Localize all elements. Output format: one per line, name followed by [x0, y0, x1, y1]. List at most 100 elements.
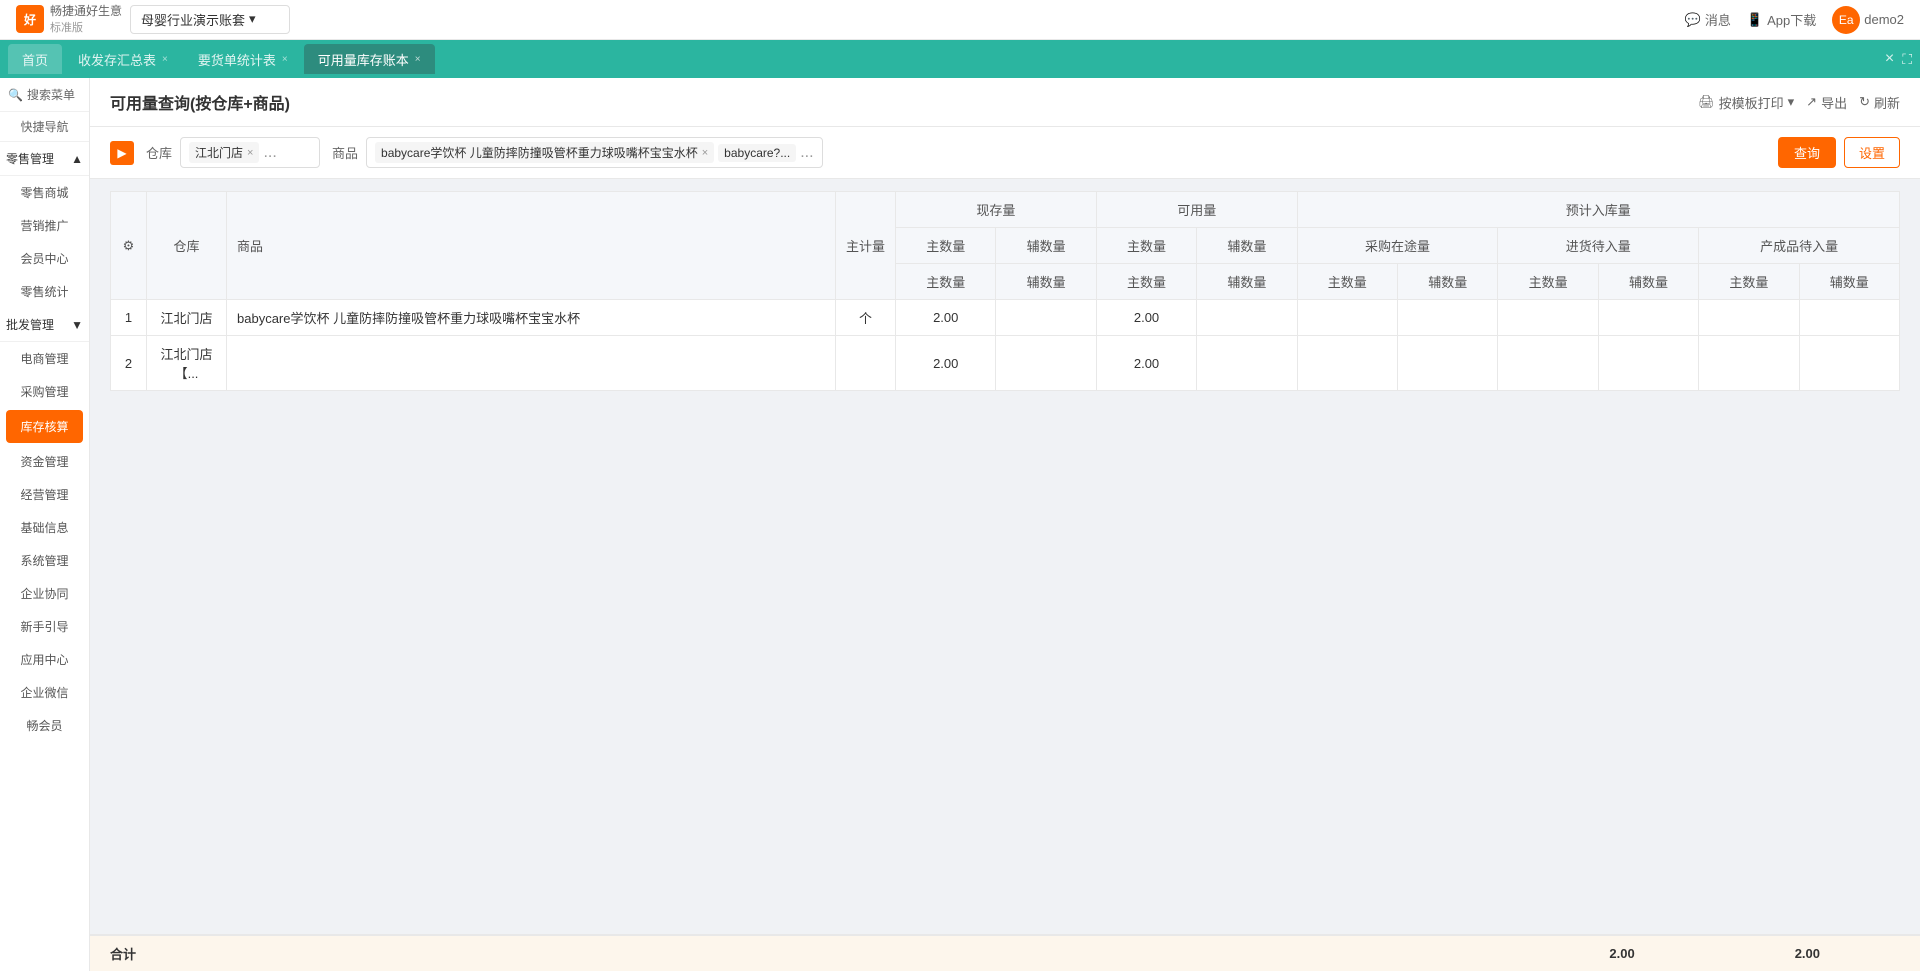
chevron-down-icon2: ▼	[71, 318, 83, 332]
sidebar-search[interactable]: 🔍 搜索菜单	[0, 78, 89, 112]
app-download-label: App下载	[1767, 10, 1816, 29]
top-bar: 好 畅捷通好生意 标准版 母婴行业演示账套 ▾ 💬 消息 📱 App下载 Ea …	[0, 0, 1920, 40]
data-table: ⚙ 仓库 商品 主计量 现存量 可用量 预计入库量 主数量	[110, 191, 1900, 391]
cell-avail-main: 2.00	[1096, 336, 1196, 391]
avatar: Ea	[1832, 6, 1860, 34]
message-action[interactable]: 💬 消息	[1685, 10, 1731, 29]
close-all-tabs-icon[interactable]: ×	[1885, 50, 1894, 68]
sidebar-item-retail-mgmt[interactable]: 零售管理 ▲	[0, 142, 89, 176]
user-name: demo2	[1864, 12, 1904, 27]
export-icon: ↗	[1806, 94, 1817, 110]
app-download-action[interactable]: 📱 App下载	[1747, 10, 1816, 29]
sidebar-item-new-guide[interactable]: 新手引导	[0, 610, 89, 643]
tab-order-summary-label: 要货单统计表	[198, 50, 276, 69]
tab-receive-pay-close[interactable]: ×	[162, 54, 168, 65]
query-button[interactable]: 查询	[1778, 137, 1836, 168]
sidebar-item-inventory[interactable]: 库存核算	[6, 410, 83, 443]
filter-toggle-btn[interactable]: ▶	[110, 141, 134, 165]
footer-label: 合计	[110, 944, 136, 963]
table-row: 2 江北门店【... 2.00 2.00	[111, 336, 1900, 391]
th-stock-main: 主数量	[896, 228, 996, 264]
tab-order-summary-close[interactable]: ×	[282, 54, 288, 65]
export-label: 导出	[1821, 93, 1847, 112]
cell-unit	[836, 336, 896, 391]
logo-text-block: 畅捷通好生意 标准版	[50, 4, 122, 34]
sidebar-item-app-center[interactable]: 应用中心	[0, 643, 89, 676]
top-bar-right: 💬 消息 📱 App下载 Ea demo2	[1685, 6, 1904, 34]
product-filter-tag2: babycare?...	[718, 144, 796, 162]
settings-button[interactable]: 设置	[1844, 137, 1900, 168]
main-layout: 🔍 搜索菜单 快捷导航 零售管理 ▲ 零售商城 营销推广 会员中心 零售统计 批…	[0, 78, 1920, 971]
sidebar-item-finance[interactable]: 资金管理	[0, 445, 89, 478]
warehouse-filter-input[interactable]: 江北门店 × ...	[180, 137, 320, 168]
th-pt-sub: 辅数量	[1398, 264, 1498, 300]
cell-pp-sub	[1598, 300, 1698, 336]
refresh-label: 刷新	[1874, 93, 1900, 112]
sidebar-item-system[interactable]: 系统管理	[0, 544, 89, 577]
refresh-btn[interactable]: ↻ 刷新	[1859, 93, 1900, 112]
th-gear[interactable]: ⚙	[111, 192, 147, 300]
sidebar-app-center-label: 应用中心	[20, 653, 68, 667]
tab-available-stock-close[interactable]: ×	[415, 54, 421, 65]
fullscreen-icon[interactable]: ⛶	[1902, 51, 1912, 68]
sidebar-item-marketing[interactable]: 营销推广	[0, 209, 89, 242]
cell-pp-main	[1498, 300, 1598, 336]
th-purchase-pending: 进货待入量	[1498, 228, 1699, 264]
th-current-stock-group: 现存量	[896, 192, 1097, 228]
warehouse-tag-remove[interactable]: ×	[247, 147, 253, 159]
product-tag1-remove[interactable]: ×	[702, 147, 708, 159]
sidebar-item-purchase[interactable]: 采购管理	[0, 375, 89, 408]
product-filter-tag1: babycare学饮杯 儿童防摔防撞吸管杯重力球吸嘴杯宝宝水杯 ×	[375, 142, 714, 163]
cell-pt-main	[1297, 336, 1397, 391]
print-template-btn[interactable]: 🖨 按模板打印 ▾	[1698, 93, 1794, 112]
product-filter-input[interactable]: babycare学饮杯 儿童防摔防撞吸管杯重力球吸嘴杯宝宝水杯 × babyca…	[366, 137, 823, 168]
tab-order-summary[interactable]: 要货单统计表 ×	[184, 44, 302, 74]
th-purchase-transit: 采购在途量	[1297, 228, 1498, 264]
th-available-group: 可用量	[1096, 192, 1297, 228]
sidebar-item-operation[interactable]: 经营管理	[0, 478, 89, 511]
sidebar-item-retail-stats[interactable]: 零售统计	[0, 275, 89, 308]
warehouse-filter-group: 仓库 江北门店 × ...	[146, 137, 320, 168]
tab-home[interactable]: 首页	[8, 44, 62, 74]
cell-stock-sub	[996, 300, 1096, 336]
th-estimated-inbound-group: 预计入库量	[1297, 192, 1899, 228]
sidebar-item-enterprise-wechat[interactable]: 企业微信	[0, 676, 89, 709]
tab-receive-pay-label: 收发存汇总表	[78, 50, 156, 69]
warehouse-filter-more[interactable]: ...	[263, 144, 276, 162]
th-stock-sub2: 辅数量	[996, 264, 1096, 300]
product-filter-more[interactable]: ...	[800, 144, 813, 162]
cell-unit: 个	[836, 300, 896, 336]
sidebar-quick-nav[interactable]: 快捷导航	[0, 112, 89, 142]
sidebar-system-label: 系统管理	[20, 554, 68, 568]
tab-available-stock[interactable]: 可用量库存账本 ×	[304, 44, 435, 74]
sidebar-item-member-center[interactable]: 会员中心	[0, 242, 89, 275]
gear-icon: ⚙	[123, 238, 135, 253]
avatar-text: Ea	[1839, 13, 1854, 27]
tab-receive-pay[interactable]: 收发存汇总表 ×	[64, 44, 182, 74]
content-area: 可用量查询(按仓库+商品) 🖨 按模板打印 ▾ ↗ 导出 ↻ 刷新	[90, 78, 1920, 971]
sidebar-basic-info-label: 基础信息	[20, 521, 68, 535]
cell-product	[227, 336, 836, 391]
sidebar-item-member[interactable]: 畅会员	[0, 709, 89, 742]
table-scroll[interactable]: ⚙ 仓库 商品 主计量 现存量 可用量 预计入库量 主数量	[110, 191, 1900, 391]
sidebar-item-ecommerce[interactable]: 电商管理	[0, 342, 89, 375]
print-icon: 🖨	[1698, 94, 1715, 110]
product-filter-label: 商品	[332, 143, 358, 162]
sidebar-marketing-label: 营销推广	[20, 219, 68, 233]
page-actions: 🖨 按模板打印 ▾ ↗ 导出 ↻ 刷新	[1698, 93, 1900, 112]
warehouse-tag-text: 江北门店	[195, 144, 243, 161]
sidebar-item-enterprise-collab[interactable]: 企业协同	[0, 577, 89, 610]
industry-selector[interactable]: 母婴行业演示账套 ▾	[130, 5, 290, 34]
th-stock-main2: 主数量	[896, 264, 996, 300]
nav-tabs: 首页 收发存汇总表 × 要货单统计表 × 可用量库存账本 × × ⛶	[0, 40, 1920, 78]
sidebar-operation-label: 经营管理	[20, 488, 68, 502]
sidebar-item-retail-mall[interactable]: 零售商城	[0, 176, 89, 209]
sidebar-new-guide-label: 新手引导	[20, 620, 68, 634]
logo-text: 畅捷通好生意	[50, 4, 122, 18]
cell-pt-sub	[1398, 300, 1498, 336]
footer-avail-main: 2.00	[1795, 946, 1820, 961]
export-btn[interactable]: ↗ 导出	[1806, 93, 1847, 112]
sidebar-item-wholesale-mgmt[interactable]: 批发管理 ▼	[0, 308, 89, 342]
user-area[interactable]: Ea demo2	[1832, 6, 1904, 34]
sidebar-item-basic-info[interactable]: 基础信息	[0, 511, 89, 544]
